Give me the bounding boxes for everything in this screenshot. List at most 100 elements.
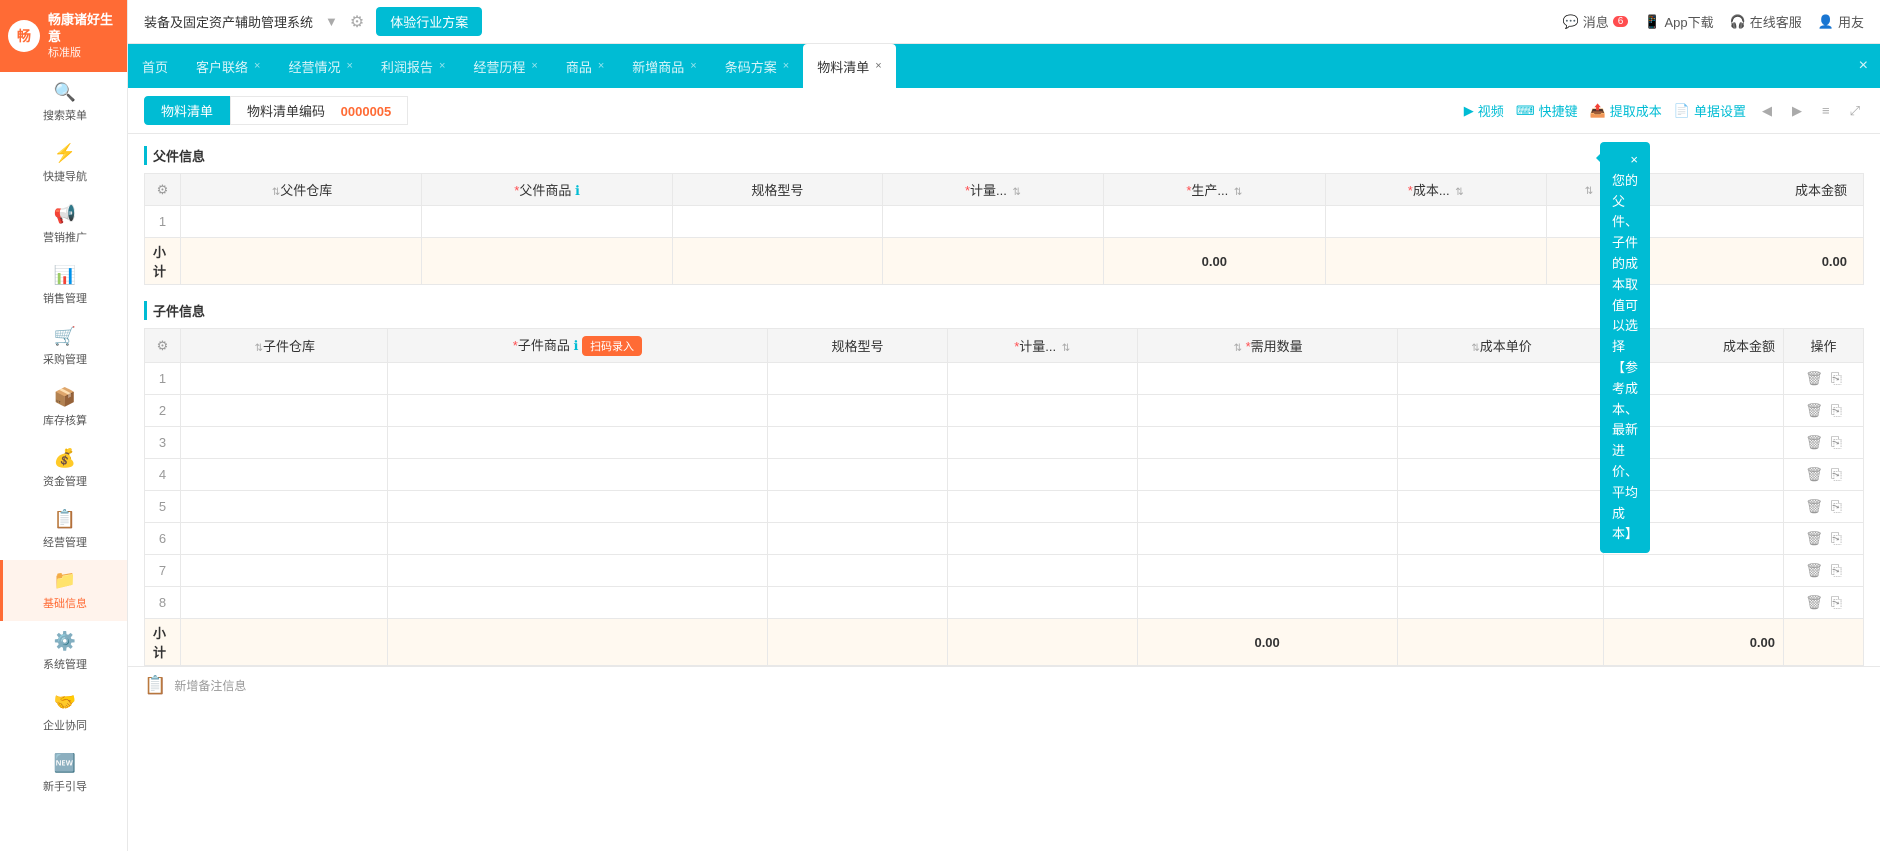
nav-tab-operations-status[interactable]: 经营情况 × xyxy=(274,44,366,88)
nav-tab-close-ops-history[interactable]: × xyxy=(531,60,537,72)
video-btn[interactable]: ▶ 视频 xyxy=(1464,101,1504,120)
child-cell-spec-8[interactable] xyxy=(768,587,948,619)
sidebar-item-finance[interactable]: 💰资金管理 xyxy=(0,438,127,499)
sidebar-item-guide[interactable]: 🆕新手引导 xyxy=(0,743,127,804)
child-cell-unit-cost-5[interactable] xyxy=(1397,491,1604,523)
sidebar-item-operations[interactable]: 📋经营管理 xyxy=(0,499,127,560)
child-cell-product-5[interactable] xyxy=(387,491,768,523)
online-service-button[interactable]: 🎧 在线客服 xyxy=(1730,12,1802,31)
parent-cell-cost-1[interactable] xyxy=(1325,206,1546,238)
copy-icon-4[interactable]: ⎘ xyxy=(1831,466,1842,482)
child-cell-product-2[interactable] xyxy=(387,395,768,427)
nav-tab-close-customer[interactable]: × xyxy=(254,60,260,72)
child-cell-warehouse-4[interactable] xyxy=(181,459,388,491)
child-cell-spec-6[interactable] xyxy=(768,523,948,555)
child-cell-need-qty-4[interactable] xyxy=(1137,459,1397,491)
parent-cell-spec-1[interactable] xyxy=(673,206,883,238)
child-cell-product-7[interactable] xyxy=(387,555,768,587)
child-cell-warehouse-1[interactable] xyxy=(181,363,388,395)
copy-icon-5[interactable]: ⎘ xyxy=(1831,498,1842,514)
tooltip-close-btn[interactable]: × xyxy=(1630,150,1638,171)
nav-tab-products[interactable]: 商品 × xyxy=(552,44,618,88)
nav-tab-barcode[interactable]: 条码方案 × xyxy=(711,44,803,88)
nav-tab-close-products[interactable]: × xyxy=(598,60,604,72)
delete-icon-4[interactable]: 🗑 xyxy=(1805,466,1823,482)
sub-tab-bom-code[interactable]: 物料清单编码 0000005 xyxy=(230,96,408,125)
sidebar-item-sales[interactable]: 📊销售管理 xyxy=(0,255,127,316)
child-cell-cost-amount-7[interactable] xyxy=(1604,555,1784,587)
nav-tab-close-barcode[interactable]: × xyxy=(783,60,789,72)
child-cell-need-qty-7[interactable] xyxy=(1137,555,1397,587)
delete-icon-2[interactable]: 🗑 xyxy=(1805,402,1823,418)
nav-tab-ops-history[interactable]: 经营历程 × xyxy=(459,44,551,88)
settings-icon[interactable]: ⚙ xyxy=(350,12,364,32)
child-cell-warehouse-7[interactable] xyxy=(181,555,388,587)
delete-icon-3[interactable]: 🗑 xyxy=(1805,434,1823,450)
child-cell-unit-cost-4[interactable] xyxy=(1397,459,1604,491)
nav-tab-close-new-products[interactable]: × xyxy=(690,60,696,72)
nav-tab-close-bom[interactable]: × xyxy=(875,60,881,72)
copy-icon-7[interactable]: ⎘ xyxy=(1831,562,1842,578)
child-cell-need-qty-1[interactable] xyxy=(1137,363,1397,395)
parent-gear-icon[interactable]: ⚙ xyxy=(157,182,169,197)
copy-icon-2[interactable]: ⎘ xyxy=(1831,402,1842,418)
child-cell-unit-cost-3[interactable] xyxy=(1397,427,1604,459)
copy-icon-8[interactable]: ⎘ xyxy=(1831,594,1842,610)
copy-icon-3[interactable]: ⎘ xyxy=(1831,434,1842,450)
child-cell-need-qty-3[interactable] xyxy=(1137,427,1397,459)
nav-close-all[interactable]: × xyxy=(1847,57,1880,75)
child-cell-warehouse-2[interactable] xyxy=(181,395,388,427)
parent-cell-production-1[interactable] xyxy=(1104,206,1325,238)
app-download-button[interactable]: 📱 App下载 xyxy=(1644,12,1713,31)
sidebar-item-marketing[interactable]: 📢营销推广 xyxy=(0,194,127,255)
child-cell-spec-7[interactable] xyxy=(768,555,948,587)
nav-tab-customer[interactable]: 客户联络 × xyxy=(182,44,274,88)
trial-button[interactable]: 体验行业方案 xyxy=(376,7,482,36)
shortcut-btn[interactable]: ⌨ 快捷键 xyxy=(1516,101,1578,120)
child-cell-qty-4[interactable] xyxy=(947,459,1137,491)
delete-icon-7[interactable]: 🗑 xyxy=(1805,562,1823,578)
parent-cell-product-1[interactable] xyxy=(422,206,673,238)
child-cell-product-1[interactable] xyxy=(387,363,768,395)
child-cell-cost-amount-8[interactable] xyxy=(1604,587,1784,619)
child-cell-unit-cost-8[interactable] xyxy=(1397,587,1604,619)
child-cell-product-8[interactable] xyxy=(387,587,768,619)
copy-icon-6[interactable]: ⎘ xyxy=(1831,530,1842,546)
child-cell-qty-7[interactable] xyxy=(947,555,1137,587)
child-cell-product-3[interactable] xyxy=(387,427,768,459)
child-cell-warehouse-8[interactable] xyxy=(181,587,388,619)
nav-tab-close-operations-status[interactable]: × xyxy=(346,60,352,72)
extract-cost-btn[interactable]: 📤 提取成本 xyxy=(1590,101,1662,120)
child-gear-icon[interactable]: ⚙ xyxy=(157,338,169,353)
bottom-icon[interactable]: 📋 xyxy=(144,675,166,696)
single-settings-btn[interactable]: 📄 单据设置 xyxy=(1674,101,1746,120)
delete-icon-6[interactable]: 🗑 xyxy=(1805,530,1823,546)
child-cell-spec-3[interactable] xyxy=(768,427,948,459)
child-cell-unit-cost-2[interactable] xyxy=(1397,395,1604,427)
nav-tab-profit-report[interactable]: 利润报告 × xyxy=(367,44,459,88)
child-cell-qty-2[interactable] xyxy=(947,395,1137,427)
nav-prev-btn[interactable]: ◀ xyxy=(1758,103,1776,119)
user-button[interactable]: 👤 用友 xyxy=(1818,12,1864,31)
child-cell-qty-1[interactable] xyxy=(947,363,1137,395)
child-cell-qty-3[interactable] xyxy=(947,427,1137,459)
nav-next-btn[interactable]: ▶ xyxy=(1788,103,1806,119)
child-cell-qty-6[interactable] xyxy=(947,523,1137,555)
sub-tab-bom-list[interactable]: 物料清单 xyxy=(144,96,230,125)
child-cell-warehouse-5[interactable] xyxy=(181,491,388,523)
child-cell-need-qty-8[interactable] xyxy=(1137,587,1397,619)
child-cell-warehouse-6[interactable] xyxy=(181,523,388,555)
nav-tab-new-products[interactable]: 新增商品 × xyxy=(618,44,710,88)
message-button[interactable]: 💬 消息 6 xyxy=(1563,12,1629,31)
child-cell-qty-8[interactable] xyxy=(947,587,1137,619)
nav-tab-close-profit-report[interactable]: × xyxy=(439,60,445,72)
parent-cell-qty-1[interactable] xyxy=(882,206,1103,238)
nav-tab-home[interactable]: 首页 xyxy=(128,44,182,88)
info-icon-parent[interactable]: ℹ xyxy=(575,183,580,198)
delete-icon-5[interactable]: 🗑 xyxy=(1805,498,1823,514)
expand-btn[interactable]: ⤢ xyxy=(1846,103,1864,119)
child-cell-spec-2[interactable] xyxy=(768,395,948,427)
nav-tab-bom[interactable]: 物料清单 × xyxy=(803,44,895,88)
child-cell-need-qty-2[interactable] xyxy=(1137,395,1397,427)
info-icon-child[interactable]: ℹ xyxy=(573,338,578,353)
